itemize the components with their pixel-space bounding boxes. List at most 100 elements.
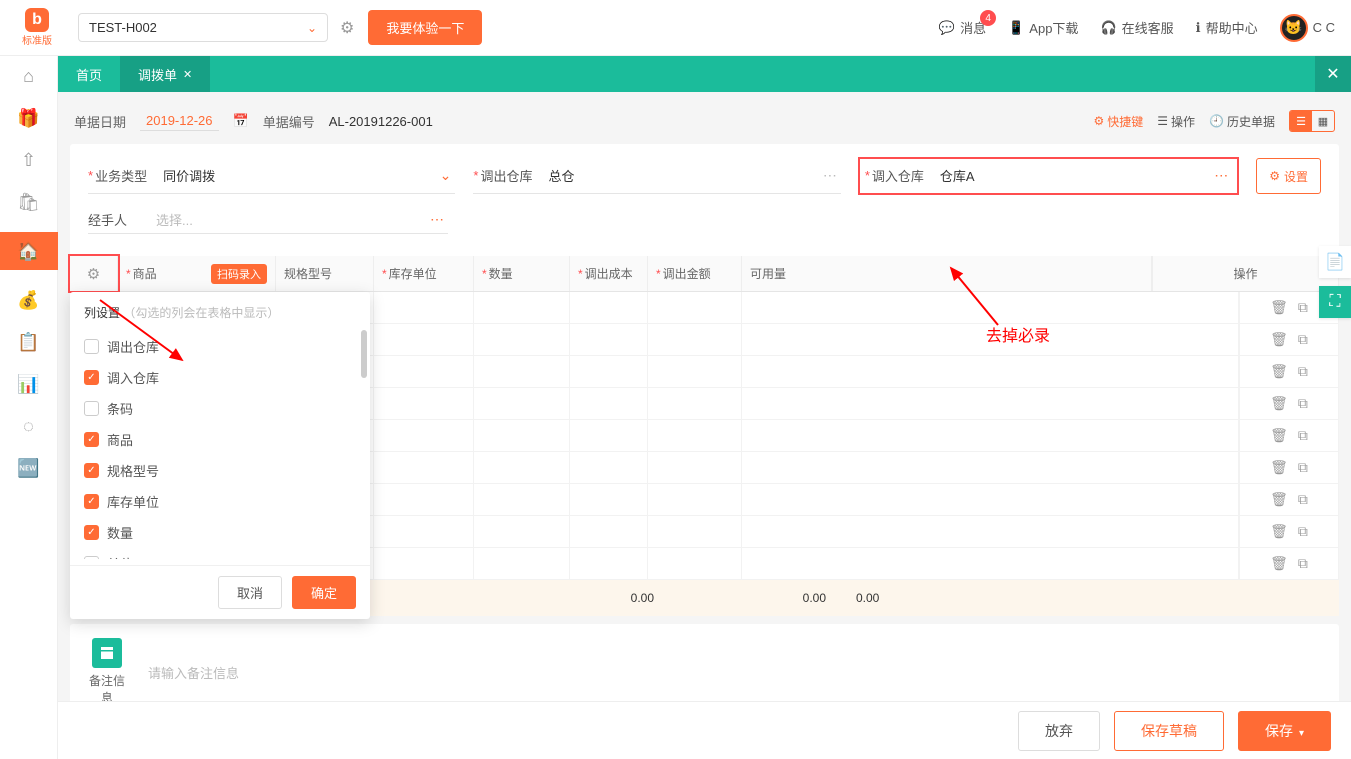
more-icon: ⋯ <box>426 211 448 228</box>
column-option[interactable]: 单位2 <box>84 548 356 559</box>
nav-home-icon[interactable]: ⌂ <box>17 64 41 88</box>
column-option[interactable]: 调出仓库 <box>84 331 356 362</box>
topbar: b 标准版 TEST-H002 ⌄ ⚙ 我要体验一下 💬 消息 4 📱 App下… <box>0 0 1351 56</box>
messages-link[interactable]: 💬 消息 4 <box>939 18 986 37</box>
shortcut-link[interactable]: ⚙快捷键 <box>1093 113 1143 130</box>
confirm-button[interactable]: 确定 <box>292 576 356 609</box>
gear-icon: ⚙ <box>1269 169 1280 183</box>
notes-rail-button[interactable]: 📄 <box>1319 246 1351 278</box>
delete-icon[interactable]: 🗑 <box>1270 299 1288 316</box>
nav-inbound-icon[interactable]: ⇧ <box>17 148 41 172</box>
history-link[interactable]: 🕘历史单据 <box>1209 113 1275 130</box>
view-toggle[interactable]: ☰ ▦ <box>1289 110 1335 132</box>
copy-icon[interactable]: ⧉ <box>1298 331 1308 348</box>
copy-icon[interactable]: ⧉ <box>1298 459 1308 476</box>
delete-icon[interactable]: 🗑 <box>1270 363 1288 380</box>
copy-icon[interactable]: ⧉ <box>1298 427 1308 444</box>
online-service-link[interactable]: 🎧 在线客服 <box>1100 18 1173 37</box>
popover-title: 列设置 （勾选的列会在表格中显示） <box>70 304 370 329</box>
help-center-link[interactable]: ℹ 帮助中心 <box>1196 18 1258 37</box>
delete-icon[interactable]: 🗑 <box>1270 395 1288 412</box>
nav-new-icon[interactable]: 🆕 <box>17 456 41 480</box>
checkbox-icon[interactable] <box>84 556 99 559</box>
checkbox-icon[interactable]: ✓ <box>84 463 99 478</box>
field-handler[interactable]: 经手人 选择... ⋯ <box>88 206 448 234</box>
delete-icon[interactable]: 🗑 <box>1270 459 1288 476</box>
col-spec: 规格型号 <box>276 256 374 291</box>
topbar-right: 💬 消息 4 📱 App下载 🎧 在线客服 ℹ 帮助中心 😺 C C <box>939 14 1335 42</box>
cancel-button[interactable]: 取消 <box>218 576 282 609</box>
checkbox-icon[interactable]: ✓ <box>84 525 99 540</box>
checkbox-icon[interactable]: ✓ <box>84 494 99 509</box>
nav-sync-icon[interactable]: ◌ <box>17 414 41 438</box>
copy-icon[interactable]: ⧉ <box>1298 363 1308 380</box>
tabs-close-all[interactable]: ✕ <box>1315 56 1351 92</box>
save-button[interactable]: 保存▾ <box>1238 711 1331 751</box>
tenant-value: TEST-H002 <box>89 20 157 35</box>
nav-report-icon[interactable]: 📊 <box>17 372 41 396</box>
copy-icon[interactable]: ⧉ <box>1298 491 1308 508</box>
nav-money-icon[interactable]: 💰 <box>17 288 41 312</box>
scrollbar-thumb[interactable] <box>361 330 367 378</box>
gear-icon[interactable]: ⚙ <box>340 18 354 38</box>
nav-clipboard-icon[interactable]: 📋 <box>17 330 41 354</box>
list-view-icon[interactable]: ☰ <box>1290 111 1312 131</box>
checkbox-icon[interactable]: ✓ <box>84 432 99 447</box>
brand-subtitle: 标准版 <box>16 32 58 47</box>
delete-icon[interactable]: 🗑 <box>1270 491 1288 508</box>
col-qty: *数量 <box>474 256 570 291</box>
column-option[interactable]: ✓商品 <box>84 424 356 455</box>
checkbox-icon[interactable] <box>84 401 99 416</box>
grid-view-icon[interactable]: ▦ <box>1312 111 1334 131</box>
right-rail: 📄 ⛶ <box>1319 246 1351 318</box>
column-option[interactable]: ✓规格型号 <box>84 455 356 486</box>
nav-warehouse-icon[interactable]: 🏠 <box>0 232 58 270</box>
settings-button[interactable]: ⚙设置 <box>1256 158 1321 194</box>
column-list[interactable]: 调出仓库✓调入仓库条码✓商品✓规格型号✓库存单位✓数量单位2 <box>70 329 370 559</box>
copy-icon[interactable]: ⧉ <box>1298 299 1308 316</box>
footer-available: 0.00 <box>838 580 928 616</box>
chevron-down-icon: ⌄ <box>436 167 456 184</box>
doc-date-label: 单据日期 <box>74 112 126 131</box>
field-in-warehouse[interactable]: *调入仓库 仓库A ⋯ <box>859 158 1238 194</box>
col-amount: *调出金额 <box>648 256 742 291</box>
tenant-selector[interactable]: TEST-H002 ⌄ <box>78 13 328 42</box>
nav-gift-icon[interactable]: 🎁 <box>17 106 41 130</box>
column-option[interactable]: 条码 <box>84 393 356 424</box>
checkbox-icon[interactable]: ✓ <box>84 370 99 385</box>
column-option[interactable]: ✓数量 <box>84 517 356 548</box>
delete-icon[interactable]: 🗑 <box>1270 331 1288 348</box>
column-option[interactable]: ✓调入仓库 <box>84 362 356 393</box>
document-header: 单据日期 2019-12-26 📅 单据编号 AL-20191226-001 ⚙… <box>70 104 1339 144</box>
checkbox-icon[interactable] <box>84 339 99 354</box>
expand-rail-button[interactable]: ⛶ <box>1319 286 1351 318</box>
delete-icon[interactable]: 🗑 <box>1270 555 1288 572</box>
remark-input[interactable]: 请输入备注信息 <box>130 663 1325 682</box>
items-table: ⚙ *商品扫码录入 规格型号 *库存单位 *数量 *调出成本 *调出金额 可用量… <box>70 256 1339 616</box>
nav-bag-icon[interactable]: 🛍 <box>17 190 41 214</box>
footer-actions: 放弃 保存草稿 保存▾ <box>58 701 1351 759</box>
field-out-warehouse[interactable]: *调出仓库 总仓 ⋯ <box>473 158 840 194</box>
doc-date-value[interactable]: 2019-12-26 <box>140 111 219 131</box>
app-download-link[interactable]: 📱 App下载 <box>1008 18 1078 37</box>
scan-input-button[interactable]: 扫码录入 <box>211 264 267 284</box>
delete-icon[interactable]: 🗑 <box>1270 523 1288 540</box>
copy-icon[interactable]: ⧉ <box>1298 395 1308 412</box>
tab-transfer-order[interactable]: 调拨单 ✕ <box>120 56 210 92</box>
field-biz-type[interactable]: *业务类型 同价调拨 ⌄ <box>88 158 455 194</box>
form-card: *业务类型 同价调拨 ⌄ *调出仓库 总仓 ⋯ *调入仓库 仓库A ⋯ ⚙设置 … <box>70 144 1339 256</box>
calendar-icon[interactable]: 📅 <box>233 113 249 129</box>
close-icon[interactable]: ✕ <box>183 68 192 81</box>
save-draft-button[interactable]: 保存草稿 <box>1114 711 1224 751</box>
main-content: 单据日期 2019-12-26 📅 单据编号 AL-20191226-001 ⚙… <box>58 92 1351 759</box>
delete-icon[interactable]: 🗑 <box>1270 427 1288 444</box>
copy-icon[interactable]: ⧉ <box>1298 523 1308 540</box>
column-settings-button[interactable]: ⚙ <box>70 256 118 291</box>
copy-icon[interactable]: ⧉ <box>1298 555 1308 572</box>
operation-link[interactable]: ☰操作 <box>1157 113 1195 130</box>
user-menu[interactable]: 😺 C C <box>1280 14 1335 42</box>
trial-button[interactable]: 我要体验一下 <box>368 10 482 45</box>
tab-home[interactable]: 首页 <box>58 56 120 92</box>
column-option[interactable]: ✓库存单位 <box>84 486 356 517</box>
discard-button[interactable]: 放弃 <box>1018 711 1100 751</box>
